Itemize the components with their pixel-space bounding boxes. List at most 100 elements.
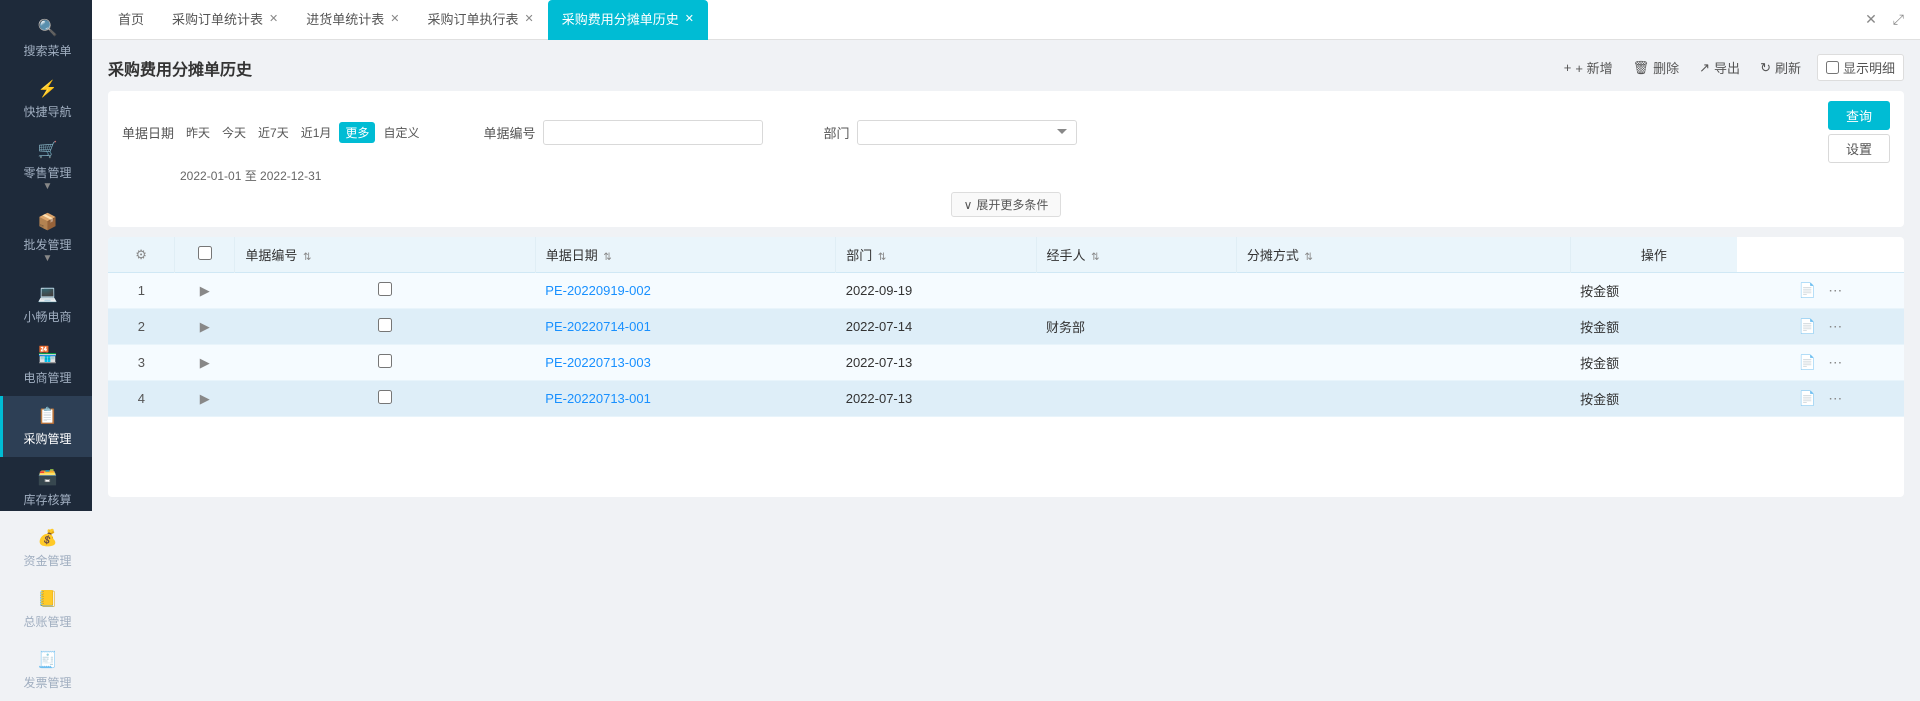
sidebar-item-retail[interactable]: 🛒 零售管理 ▼	[0, 130, 92, 202]
check-all-checkbox[interactable]	[198, 246, 212, 260]
row-checkbox-0[interactable]	[378, 282, 392, 296]
refresh-button[interactable]: ↻ 刷新	[1756, 56, 1805, 79]
col-doc-no-header[interactable]: 单据编号 ⇅	[235, 237, 535, 273]
delete-button[interactable]: 🗑 删除	[1629, 56, 1684, 79]
sidebar-item-invoice[interactable]: 🧾 发票管理	[0, 640, 92, 701]
row-doc-no-2[interactable]: PE-20220713-003	[535, 345, 835, 381]
sidebar-icon-retail: 🛒	[38, 140, 58, 160]
maximize-icon[interactable]: ⤢	[1889, 9, 1908, 30]
row-check-2	[235, 345, 535, 381]
query-button[interactable]: 查询	[1828, 101, 1890, 130]
row-checkbox-3[interactable]	[378, 390, 392, 404]
page-header: 采购费用分摊单历史 + + 新增 🗑 删除 ↗ 导出 ↻ 刷新	[108, 54, 1904, 81]
row-doc-no-0[interactable]: PE-20220919-002	[535, 273, 835, 309]
date-range-display: 2022-01-01 至 2022-12-31	[122, 167, 1890, 184]
sidebar-item-wholesale[interactable]: 📦 批发管理 ▼	[0, 202, 92, 274]
shortcut-7days[interactable]: 近7天	[254, 122, 293, 143]
tab-close-purchase-order-exec[interactable]: ✕	[525, 12, 534, 25]
row-view-icon-2[interactable]: 📄	[1797, 352, 1818, 373]
table-row: 3 ▶ PE-20220713-003 2022-07-13 按金额 📄 ⋯	[108, 345, 1904, 381]
col-method-header[interactable]: 分摊方式 ⇅	[1236, 237, 1570, 273]
sidebar-label-shortcut: 快捷导航	[23, 103, 71, 120]
tab-close-purchase-receive-stats[interactable]: ✕	[390, 12, 399, 25]
doc-no-link-1[interactable]: PE-20220714-001	[545, 319, 651, 334]
tab-label-purchase-receive-stats: 进货单统计表	[306, 9, 384, 28]
tab-purchase-order-exec[interactable]: 采购订单执行表✕	[413, 0, 547, 40]
add-button[interactable]: + + 新增	[1560, 56, 1617, 79]
sidebar-item-ecommerce[interactable]: 🏪 电商管理	[0, 335, 92, 396]
sidebar-item-shortcut[interactable]: ⚡ 快捷导航	[0, 69, 92, 130]
table-header-row: ⚙ 单据编号 ⇅ 单据日期 ⇅	[108, 237, 1904, 273]
row-method-0: 按金额	[1570, 273, 1737, 309]
page-title: 采购费用分摊单历史	[108, 56, 252, 80]
row-dept-1: 财务部	[1036, 309, 1236, 345]
doc-no-link-3[interactable]: PE-20220713-001	[545, 391, 651, 406]
column-settings-icon[interactable]: ⚙	[135, 247, 147, 263]
tab-close-purchase-cost-split[interactable]: ✕	[685, 12, 694, 25]
doc-no-link-2[interactable]: PE-20220713-003	[545, 355, 651, 370]
row-expand-3[interactable]: ▶	[175, 381, 235, 417]
tab-home[interactable]: 首页	[104, 0, 158, 40]
toolbar: + + 新增 🗑 删除 ↗ 导出 ↻ 刷新 显示明细	[1560, 54, 1904, 81]
col-dept-header[interactable]: 部门 ⇅	[836, 237, 1036, 273]
row-method-2: 按金额	[1570, 345, 1737, 381]
expand-button[interactable]: ∨ 展开更多条件	[951, 192, 1062, 217]
row-doc-no-1[interactable]: PE-20220714-001	[535, 309, 835, 345]
dept-select[interactable]: 财务部	[857, 120, 1077, 145]
row-view-icon-1[interactable]: 📄	[1797, 316, 1818, 337]
row-expand-0[interactable]: ▶	[175, 273, 235, 309]
tab-purchase-order-stats[interactable]: 采购订单统计表✕	[158, 0, 292, 40]
row-more-icon-0[interactable]: ⋯	[1826, 280, 1844, 301]
sidebar-item-inventory[interactable]: 🗃️ 库存核算	[0, 457, 92, 518]
doc-no-link-0[interactable]: PE-20220919-002	[545, 283, 651, 298]
col-date-header[interactable]: 单据日期 ⇅	[535, 237, 835, 273]
row-expand-1[interactable]: ▶	[175, 309, 235, 345]
row-more-icon-3[interactable]: ⋯	[1826, 388, 1844, 409]
sidebar-item-purchase[interactable]: 📋 采购管理	[0, 396, 92, 457]
doc-no-input[interactable]	[543, 120, 763, 145]
sidebar-item-finance[interactable]: 💰 资金管理	[0, 518, 92, 579]
row-handler-2	[1236, 345, 1570, 381]
shortcut-yesterday[interactable]: 昨天	[182, 122, 214, 143]
main-content: 首页采购订单统计表✕进货单统计表✕采购订单执行表✕采购费用分摊单历史✕ ✕ ⤢ …	[92, 0, 1920, 511]
row-more-icon-2[interactable]: ⋯	[1826, 352, 1844, 373]
shortcut-more[interactable]: 更多	[339, 122, 375, 143]
sidebar-item-ledger[interactable]: 📒 总账管理	[0, 579, 92, 640]
row-handler-1	[1236, 309, 1570, 345]
row-doc-no-3[interactable]: PE-20220713-001	[535, 381, 835, 417]
date-range-text: 2022-01-01 至 2022-12-31	[180, 169, 321, 183]
sidebar-icon-invoice: 🧾	[38, 650, 58, 670]
sidebar-label-finance: 资金管理	[23, 552, 71, 569]
row-view-icon-3[interactable]: 📄	[1797, 388, 1818, 409]
show-cols-checkbox[interactable]	[1826, 61, 1839, 74]
row-checkbox-2[interactable]	[378, 354, 392, 368]
row-more-icon-1[interactable]: ⋯	[1826, 316, 1844, 337]
add-icon: +	[1564, 60, 1572, 75]
tab-purchase-receive-stats[interactable]: 进货单统计表 ✕	[292, 0, 413, 40]
show-cols-button[interactable]: 显示明细	[1817, 54, 1904, 81]
col-handler-header[interactable]: 经手人 ⇅	[1036, 237, 1236, 273]
shortcut-1month[interactable]: 近1月	[297, 122, 336, 143]
sidebar-label-purchase: 采购管理	[23, 430, 71, 447]
col-check-all	[175, 237, 235, 273]
tab-close-purchase-order-stats[interactable]: ✕	[269, 12, 278, 25]
row-view-icon-0[interactable]: 📄	[1797, 280, 1818, 301]
col-settings: ⚙	[108, 237, 175, 273]
set-button[interactable]: 设置	[1828, 134, 1890, 163]
filter-row: 单据日期 昨天 今天 近7天 近1月 更多 自定义 单据编号	[122, 101, 1890, 163]
export-button[interactable]: ↗ 导出	[1695, 56, 1744, 79]
tab-purchase-cost-split[interactable]: 采购费用分摊单历史✕	[548, 0, 708, 40]
row-checkbox-1[interactable]	[378, 318, 392, 332]
close-window-icon[interactable]: ✕	[1861, 9, 1881, 30]
row-expand-2[interactable]: ▶	[175, 345, 235, 381]
sidebar-item-search[interactable]: 🔍 搜索菜单	[0, 8, 92, 69]
sidebar-item-xiaoshang[interactable]: 💻 小畅电商	[0, 274, 92, 335]
table-row: 4 ▶ PE-20220713-001 2022-07-13 按金额 📄 ⋯	[108, 381, 1904, 417]
shortcut-today[interactable]: 今天	[218, 122, 250, 143]
col-dept-label: 部门	[846, 248, 872, 263]
tab-bar: 首页采购订单统计表✕进货单统计表✕采购订单执行表✕采购费用分摊单历史✕ ✕ ⤢	[92, 0, 1920, 40]
row-date-1: 2022-07-14	[836, 309, 1036, 345]
row-check-3	[235, 381, 535, 417]
shortcut-custom[interactable]: 自定义	[379, 122, 423, 143]
sidebar-icon-search: 🔍	[38, 18, 58, 38]
